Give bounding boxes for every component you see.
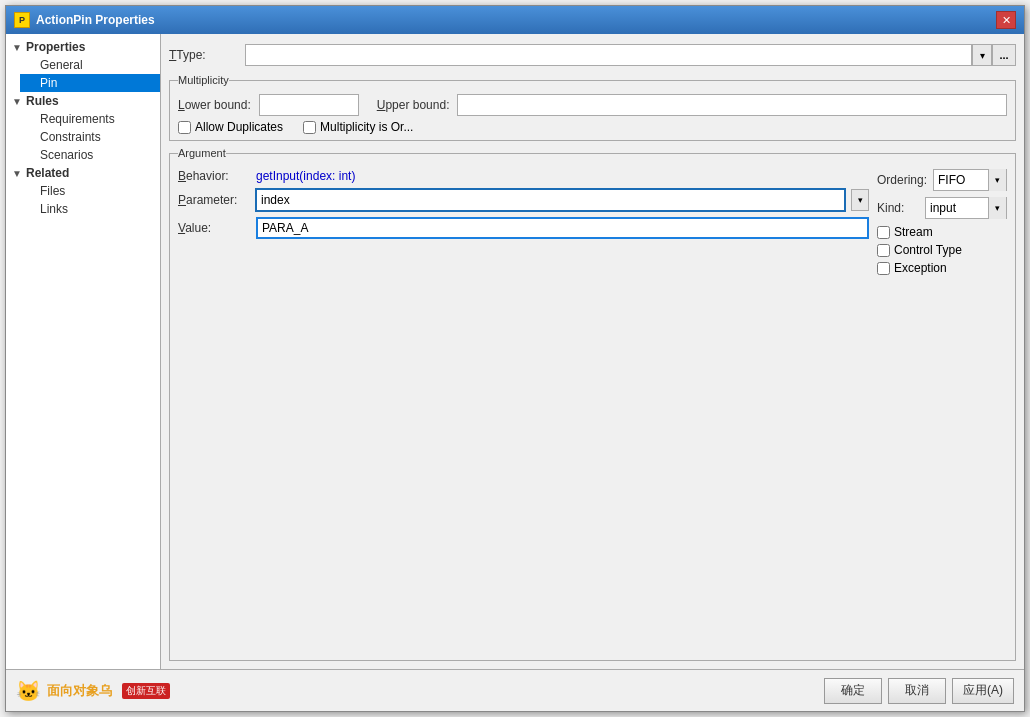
ordering-label: Ordering:	[877, 173, 927, 187]
tree-label-pin: Pin	[40, 76, 57, 90]
exception-label: Exception	[894, 261, 947, 275]
allow-duplicates-checkbox[interactable]	[178, 121, 191, 134]
parameter-row: Parameter: ▾	[178, 189, 869, 211]
parameter-input[interactable]	[256, 189, 845, 211]
tree-item-pin[interactable]: Pin	[20, 74, 160, 92]
parameter-combo-arrow[interactable]: ▾	[851, 189, 869, 211]
expander-properties: ▼	[10, 42, 24, 53]
expander-rules: ▼	[10, 96, 24, 107]
tree-label-constraints: Constraints	[40, 130, 101, 144]
multiplicity-is-or-checkbox-label[interactable]: Multiplicity is Or...	[303, 120, 413, 134]
tree-label-properties: Properties	[26, 40, 85, 54]
expander-related: ▼	[10, 168, 24, 179]
kind-row: Kind: input ▾	[877, 197, 1007, 219]
title-bar: P ActionPin Properties ✕	[6, 6, 1024, 34]
tree-item-files[interactable]: Files	[20, 182, 160, 200]
stream-checkbox[interactable]	[877, 226, 890, 239]
argument-legend: Argument	[178, 147, 226, 159]
argument-left: Behavior: getInput(index: int) Parameter…	[178, 169, 869, 279]
content-panel: TType: ▾ ... Multiplicity Lower bound:	[161, 34, 1024, 669]
upper-bound-label: Upper bound:	[377, 98, 450, 112]
tree-label-links: Links	[40, 202, 68, 216]
type-dots-button[interactable]: ...	[992, 44, 1016, 66]
multiplicity-is-or-checkbox[interactable]	[303, 121, 316, 134]
tree-panel: ▼ Properties General Pin ▼ Rules Require…	[6, 34, 161, 669]
multiplicity-legend: Multiplicity	[178, 74, 229, 86]
ordering-combo-arrow[interactable]: ▾	[988, 169, 1006, 191]
bottom-buttons: 确定 取消 应用(A)	[824, 678, 1014, 704]
title-bar-left: P ActionPin Properties	[14, 12, 155, 28]
type-input[interactable]	[245, 44, 972, 66]
checkbox-row: Allow Duplicates Multiplicity is Or...	[178, 120, 1007, 134]
tree-item-general[interactable]: General	[20, 56, 160, 74]
tree-label-requirements: Requirements	[40, 112, 115, 126]
ordering-value: FIFO	[934, 173, 988, 187]
multiplicity-section: Multiplicity Lower bound: Upper bound: A…	[169, 74, 1016, 141]
behavior-value: getInput(index: int)	[256, 169, 355, 183]
cancel-button[interactable]: 取消	[888, 678, 946, 704]
kind-label: Kind:	[877, 201, 919, 215]
kind-combo-arrow[interactable]: ▾	[988, 197, 1006, 219]
tree-item-requirements[interactable]: Requirements	[20, 110, 160, 128]
allow-duplicates-label: Allow Duplicates	[195, 120, 283, 134]
ordering-row: Ordering: FIFO ▾	[877, 169, 1007, 191]
control-type-checkbox[interactable]	[877, 244, 890, 257]
argument-main: Behavior: getInput(index: int) Parameter…	[178, 169, 1007, 279]
value-row: Value:	[178, 217, 869, 239]
parameter-label: Parameter:	[178, 193, 250, 207]
exception-row: Exception	[877, 261, 1007, 275]
close-button[interactable]: ✕	[996, 11, 1016, 29]
lower-bound-input[interactable]	[259, 94, 359, 116]
control-type-label: Control Type	[894, 243, 962, 257]
multiplicity-is-or-label: Multiplicity is Or...	[320, 120, 413, 134]
dialog-window: P ActionPin Properties ✕ ▼ Properties Ge…	[5, 5, 1025, 712]
tree-item-links[interactable]: Links	[20, 200, 160, 218]
stream-row: Stream	[877, 225, 1007, 239]
behavior-row: Behavior: getInput(index: int)	[178, 169, 869, 183]
tree-item-related[interactable]: ▼ Related	[6, 164, 160, 182]
tree-item-rules[interactable]: ▼ Rules	[6, 92, 160, 110]
tree-label-general: General	[40, 58, 83, 72]
logo-badge: 创新互联	[122, 683, 170, 699]
tree-label-rules: Rules	[26, 94, 59, 108]
kind-value: input	[926, 201, 988, 215]
stream-label: Stream	[894, 225, 933, 239]
ok-button[interactable]: 确定	[824, 678, 882, 704]
bottom-bar: 🐱 面向对象乌 创新互联 确定 取消 应用(A)	[6, 669, 1024, 711]
tree-item-properties[interactable]: ▼ Properties	[6, 38, 160, 56]
dialog-icon: P	[14, 12, 30, 28]
lower-bound-label: Lower bound:	[178, 98, 251, 112]
apply-button[interactable]: 应用(A)	[952, 678, 1014, 704]
control-type-row: Control Type	[877, 243, 1007, 257]
value-label: Value:	[178, 221, 250, 235]
tree-label-files: Files	[40, 184, 65, 198]
allow-duplicates-checkbox-label[interactable]: Allow Duplicates	[178, 120, 283, 134]
argument-section: Argument Behavior: getInput(index: int)	[169, 147, 1016, 661]
type-combo-button[interactable]: ▾	[972, 44, 992, 66]
multiplicity-fields: Lower bound: Upper bound:	[178, 94, 1007, 116]
exception-checkbox[interactable]	[877, 262, 890, 275]
upper-bound-input[interactable]	[457, 94, 1007, 116]
value-input[interactable]	[256, 217, 869, 239]
argument-right: Ordering: FIFO ▾ Kind: input ▾	[877, 169, 1007, 279]
type-label: TType:	[169, 48, 239, 62]
bottom-left: 🐱 面向对象乌 创新互联	[16, 679, 170, 703]
behavior-label: Behavior:	[178, 169, 250, 183]
tree-item-constraints[interactable]: Constraints	[20, 128, 160, 146]
tree-label-related: Related	[26, 166, 69, 180]
dialog-body: ▼ Properties General Pin ▼ Rules Require…	[6, 34, 1024, 669]
watermark-text: 面向对象乌	[47, 682, 112, 700]
tree-item-scenarios[interactable]: Scenarios	[20, 146, 160, 164]
dialog-title: ActionPin Properties	[36, 13, 155, 27]
tree-label-scenarios: Scenarios	[40, 148, 93, 162]
